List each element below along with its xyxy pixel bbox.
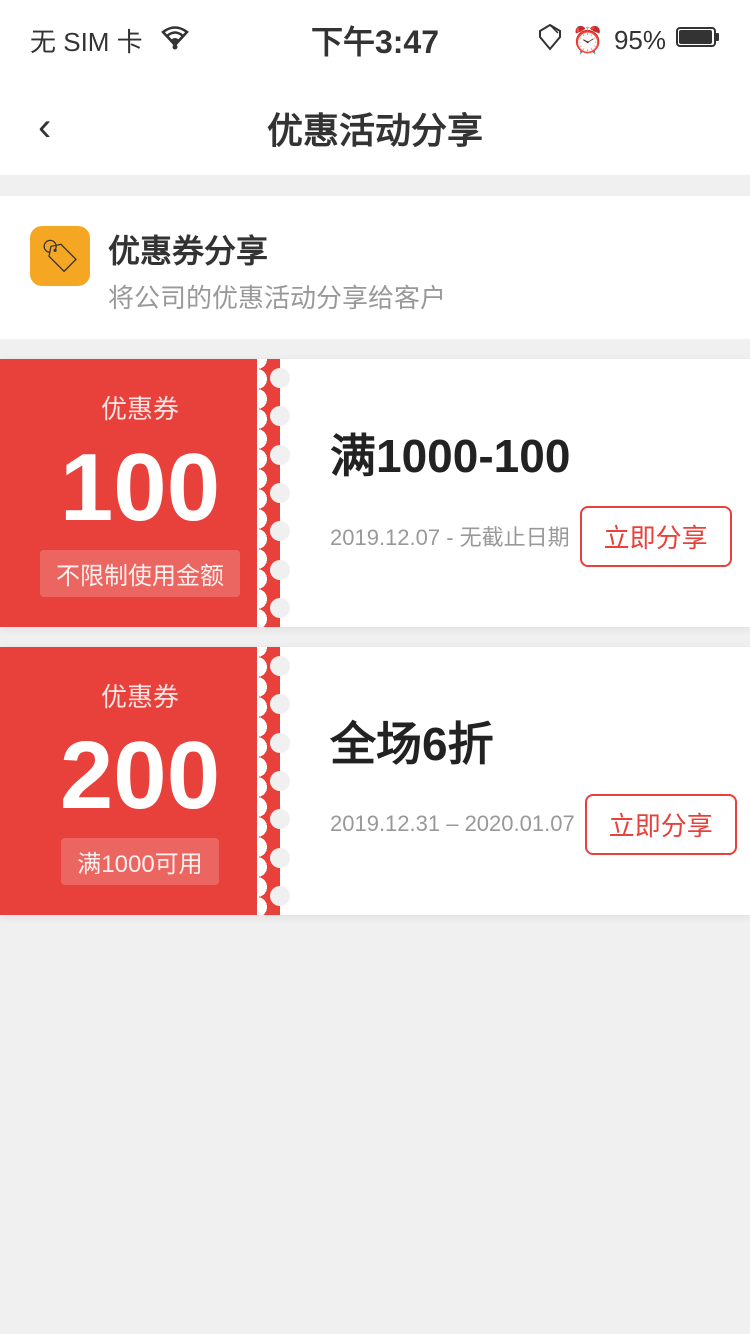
- coupon-dot: [270, 886, 290, 906]
- coupon-amount: 200: [60, 728, 220, 824]
- coupon-dot: [270, 694, 290, 714]
- coupon-dot: [270, 771, 290, 791]
- coupon-name: 满1000-100: [330, 420, 720, 486]
- coupon-dot: [270, 560, 290, 580]
- status-bar: 无 SIM 卡 下午3:47 ⏰ 95%: [0, 0, 750, 80]
- coupon-dot: [270, 598, 290, 618]
- coupon-dot: [270, 656, 290, 676]
- coupon-label: 优惠券: [101, 677, 179, 714]
- status-left: 无 SIM 卡: [30, 22, 193, 59]
- section-title: 优惠券分享: [108, 226, 446, 272]
- coupon-date: 2019.12.31 – 2020.01.07: [330, 811, 575, 837]
- section-text-block: 优惠券分享 将公司的优惠活动分享给客户: [108, 226, 446, 315]
- coupon-dots: [268, 647, 292, 915]
- coupon-dots: [268, 359, 292, 627]
- coupon-card: 优惠券 100 不限制使用金额 满1000-100 2019.12.07 - 无…: [0, 359, 750, 627]
- status-time: 下午3:47: [311, 17, 439, 63]
- share-button[interactable]: 立即分享: [580, 506, 732, 567]
- section-header: 🏷 优惠券分享 将公司的优惠活动分享给客户: [0, 196, 750, 339]
- coupon-left: 优惠券 100 不限制使用金额: [0, 359, 280, 627]
- coupon-dot: [270, 521, 290, 541]
- status-right: ⏰ 95%: [538, 23, 720, 58]
- battery-icon: [676, 25, 720, 56]
- coupon-name: 全场6折: [330, 708, 720, 774]
- location-icon: [538, 23, 562, 58]
- coupon-dot: [270, 483, 290, 503]
- section-desc: 将公司的优惠活动分享给客户: [108, 278, 446, 315]
- coupon-left: 优惠券 200 满1000可用: [0, 647, 280, 915]
- coupon-dot: [270, 733, 290, 753]
- coupon-condition: 不限制使用金额: [40, 550, 240, 597]
- alarm-icon: ⏰: [572, 25, 604, 56]
- battery-label: 95%: [614, 25, 666, 56]
- coupon-bottom-row: 2019.12.07 - 无截止日期 立即分享: [330, 506, 720, 567]
- wifi-icon: [157, 23, 193, 58]
- coupon-dot: [270, 406, 290, 426]
- coupon-amount: 100: [60, 440, 220, 536]
- coupon-dot: [270, 848, 290, 868]
- back-button[interactable]: ‹: [28, 95, 61, 160]
- carrier-label: 无 SIM 卡: [30, 22, 143, 59]
- coupon-card: 优惠券 200 满1000可用 全场6折 2019.12.31 – 2020.0…: [0, 647, 750, 915]
- coupon-dot: [270, 809, 290, 829]
- section-icon: 🏷: [30, 226, 90, 286]
- nav-bar: ‹ 优惠活动分享: [0, 80, 750, 176]
- share-button[interactable]: 立即分享: [585, 794, 737, 855]
- nav-title: 优惠活动分享: [267, 102, 483, 154]
- coupon-date: 2019.12.07 - 无截止日期: [330, 520, 570, 552]
- coupon-bottom-row: 2019.12.31 – 2020.01.07 立即分享: [330, 794, 720, 855]
- coupon-label: 优惠券: [101, 389, 179, 426]
- coupon-dot: [270, 368, 290, 388]
- coupon-dot: [270, 445, 290, 465]
- coupon-list: 优惠券 100 不限制使用金额 满1000-100 2019.12.07 - 无…: [0, 359, 750, 935]
- coupon-condition: 满1000可用: [61, 838, 218, 885]
- coupon-right: 全场6折 2019.12.31 – 2020.01.07 立即分享: [280, 647, 750, 915]
- coupon-right: 满1000-100 2019.12.07 - 无截止日期 立即分享: [280, 359, 750, 627]
